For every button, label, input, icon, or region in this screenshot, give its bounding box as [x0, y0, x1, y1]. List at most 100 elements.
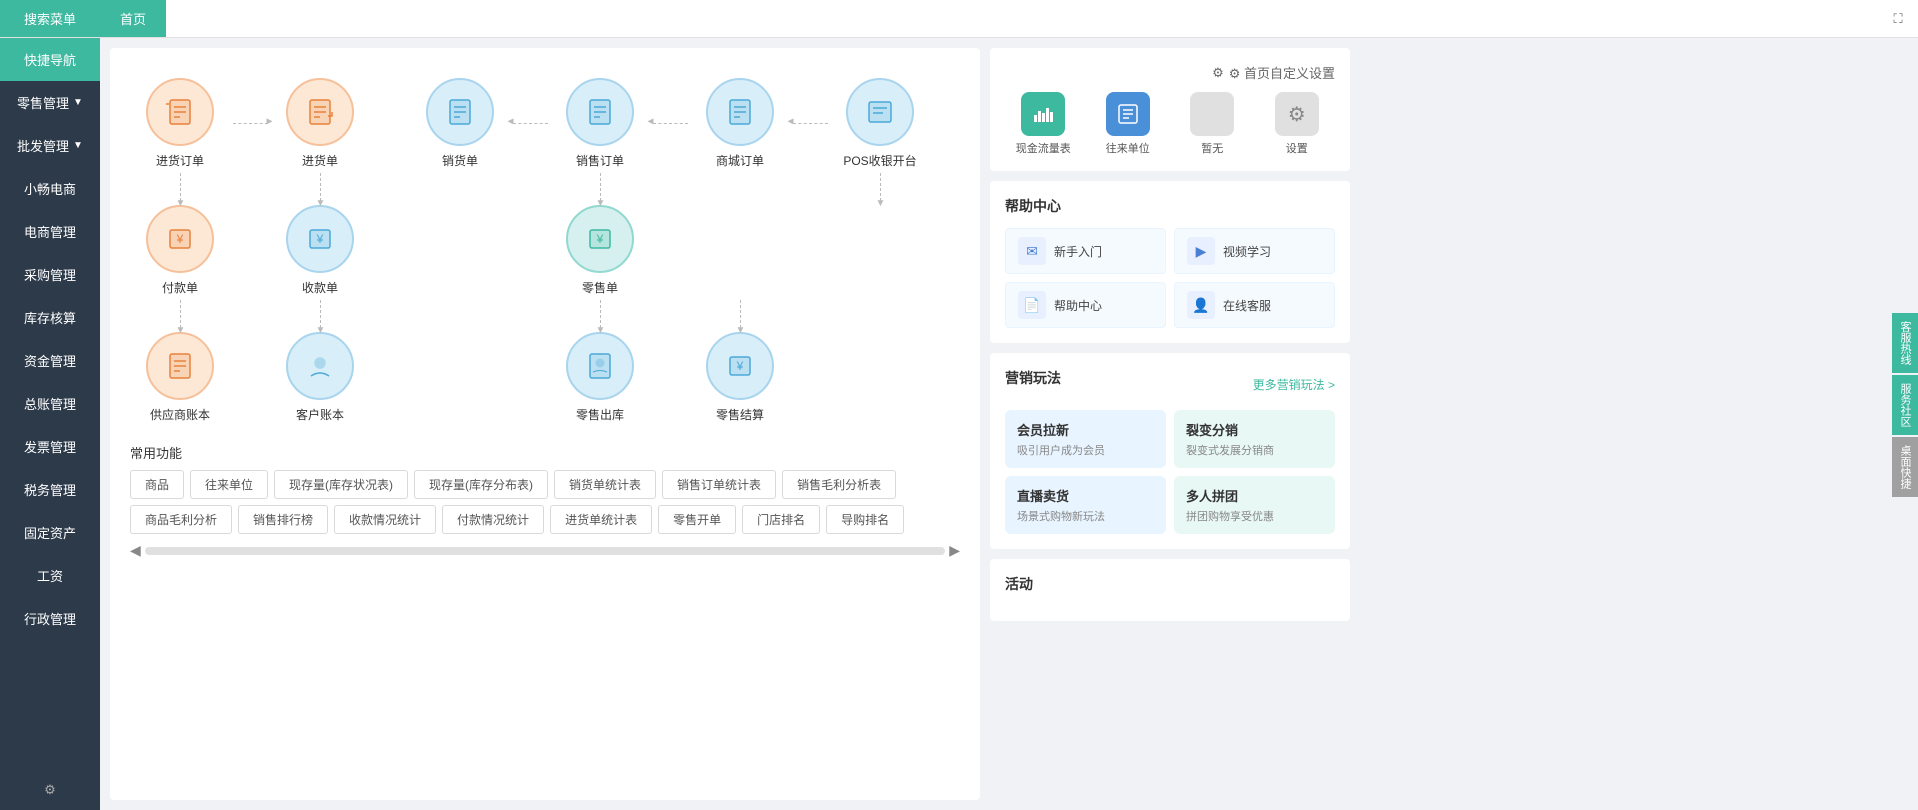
help-item-video[interactable]: ▶ 视频学习 [1174, 228, 1335, 274]
node-mall-order[interactable]: 商城订单 [690, 78, 790, 169]
func-btn-store-rank[interactable]: 门店排名 [742, 505, 820, 534]
func-btn-guide-rank[interactable]: 导购排名 [826, 505, 904, 534]
sidebar-item-retail[interactable]: 零售管理 ▼ [0, 81, 100, 124]
mkt-live-title: 直播卖货 [1017, 486, 1154, 505]
sidebar-item-quicknav[interactable]: 快捷导航 [0, 38, 100, 81]
qa-empty-label: 暂无 [1201, 140, 1223, 156]
sidebar-item-ecom-mgmt[interactable]: 电商管理 [0, 210, 100, 253]
marketing-more-btn[interactable]: 更多营销玩法 > [1253, 376, 1335, 393]
func-btn-payment-stat[interactable]: 付款情况统计 [442, 505, 544, 534]
func-btn-stock1[interactable]: 现存量(库存状况表) [274, 470, 408, 499]
arrow-2: ◀ [510, 123, 550, 124]
func-btn-saleorder-stat[interactable]: 销售订单统计表 [662, 470, 776, 499]
node-sale-bill[interactable]: 销货单 [410, 78, 510, 169]
help-center-title: 帮助中心 [1005, 196, 1335, 216]
quick-nav-panel: 进货订单 ▶ 进货单 [110, 48, 980, 800]
help-item-service[interactable]: 👤 在线客服 [1174, 282, 1335, 328]
sidebar-item-tax[interactable]: 税务管理 [0, 468, 100, 511]
sidebar-item-salary[interactable]: 工资 [0, 554, 100, 597]
main-content: 进货订单 ▶ 进货单 [100, 38, 1918, 810]
func-btn-goods[interactable]: 商品 [130, 470, 184, 499]
sidebar-item-purchase[interactable]: 采购管理 [0, 253, 100, 296]
mkt-card-member[interactable]: 会员拉新 吸引用户成为会员 [1005, 410, 1166, 468]
settings-icon: ⚙ [1275, 92, 1319, 136]
qa-cashflow[interactable]: 现金流量表 [1005, 92, 1082, 156]
supplier-account-icon [146, 332, 214, 400]
purchase-order-icon [146, 78, 214, 146]
service-icon: 👤 [1187, 291, 1215, 319]
mkt-card-live[interactable]: 直播卖货 场景式购物新玩法 [1005, 476, 1166, 534]
node-purchase-bill[interactable]: 进货单 [270, 78, 370, 169]
arrow-1: ▶ [230, 123, 270, 124]
sidebar-item-ledger[interactable]: 总账管理 [0, 382, 100, 425]
node-purchase-order[interactable]: 进货订单 [130, 78, 230, 169]
flow-row-2: ¥ 付款单 ¥ 收款单 [130, 205, 960, 296]
node-sale-order[interactable]: 销售订单 [550, 78, 650, 169]
qa-contacts[interactable]: 往来单位 [1090, 92, 1167, 156]
search-menu-button[interactable]: 搜索菜单 [0, 0, 100, 37]
node-customer-account[interactable]: 客户账本 [270, 332, 370, 423]
pos-icon [846, 78, 914, 146]
scroll-left-btn[interactable]: ◀ [130, 542, 141, 559]
func-btn-retail-order[interactable]: 零售开单 [658, 505, 736, 534]
float-btn-hotline[interactable]: 客服热线 [1892, 313, 1918, 373]
sidebar-item-wholesale[interactable]: 批发管理 ▼ [0, 124, 100, 167]
retail-out-icon [566, 332, 634, 400]
func-btn-stock2[interactable]: 现存量(库存分布表) [414, 470, 548, 499]
marketing-header: 营销玩法 更多营销玩法 > [1005, 368, 1335, 400]
beginner-icon: ✉ [1018, 237, 1046, 265]
quick-access-header: ⚙ ⚙ 首页自定义设置 [1005, 63, 1335, 82]
mkt-card-fission[interactable]: 裂变分销 裂变式发展分销商 [1174, 410, 1335, 468]
chevron-down-icon: ▼ [73, 97, 83, 108]
func-btn-margin1[interactable]: 销售毛利分析表 [782, 470, 896, 499]
sidebar-item-ecom[interactable]: 小畅电商 [0, 167, 100, 210]
node-pos[interactable]: POS收银开台 [830, 78, 930, 169]
marketing-title: 营销玩法 [1005, 368, 1061, 388]
node-supplier-account[interactable]: 供应商账本 [130, 332, 230, 423]
retail-icon: ¥ [566, 205, 634, 273]
sale-bill-label: 销货单 [442, 152, 478, 169]
float-btn-desktop[interactable]: 桌面快捷 [1892, 437, 1918, 497]
help-item-beginner[interactable]: ✉ 新手入门 [1005, 228, 1166, 274]
flow-row-1: 进货订单 ▶ 进货单 [130, 78, 960, 169]
node-retail[interactable]: ¥ 零售单 [550, 205, 650, 296]
homepage-settings-label[interactable]: ⚙ ⚙ 首页自定义设置 [1212, 63, 1335, 82]
scroll-right-btn[interactable]: ▶ [949, 542, 960, 559]
mkt-card-group[interactable]: 多人拼团 拼团购物享受优惠 [1174, 476, 1335, 534]
fullscreen-button[interactable]: ⛶ [1883, 4, 1913, 34]
func-btn-purchase-stat[interactable]: 进货单统计表 [550, 505, 652, 534]
mkt-fission-desc: 裂变式发展分销商 [1186, 442, 1323, 458]
flow-diagram: 进货订单 ▶ 进货单 [130, 68, 960, 433]
func-btn-receipt-stat[interactable]: 收款情况统计 [334, 505, 436, 534]
receipt-icon: ¥ [286, 205, 354, 273]
sidebar-item-assets[interactable]: 固定资产 [0, 511, 100, 554]
payment-label: 付款单 [162, 279, 198, 296]
func-btn-margin2[interactable]: 商品毛利分析 [130, 505, 232, 534]
chevron-down-icon: ▼ [73, 140, 83, 151]
node-receipt[interactable]: ¥ 收款单 [270, 205, 370, 296]
func-btn-sale-stat[interactable]: 销货单统计表 [554, 470, 656, 499]
retail-out-label: 零售出库 [576, 406, 624, 423]
sidebar: 快捷导航 零售管理 ▼ 批发管理 ▼ 小畅电商 电商管理 采购管理 库存核算 资… [0, 38, 100, 810]
purchase-order-label: 进货订单 [156, 152, 204, 169]
node-retail-settle[interactable]: ¥ 零售结算 [690, 332, 790, 423]
scroll-track[interactable] [145, 547, 945, 555]
sidebar-item-inventory[interactable]: 库存核算 [0, 296, 100, 339]
right-panel: ⚙ ⚙ 首页自定义设置 现金流量表 [990, 48, 1350, 800]
qa-settings[interactable]: ⚙ 设置 [1259, 92, 1336, 156]
sidebar-settings-button[interactable]: ⚙ [0, 770, 100, 810]
func-btn-ranking[interactable]: 销售排行榜 [238, 505, 328, 534]
mkt-member-desc: 吸引用户成为会员 [1017, 442, 1154, 458]
sidebar-item-invoice[interactable]: 发票管理 [0, 425, 100, 468]
help-item-help[interactable]: 📄 帮助中心 [1005, 282, 1166, 328]
empty-icon [1190, 92, 1234, 136]
sidebar-item-admin[interactable]: 行政管理 [0, 597, 100, 640]
float-btn-community[interactable]: 服务社区 [1892, 375, 1918, 435]
home-tab[interactable]: 首页 [100, 0, 166, 37]
node-payment[interactable]: ¥ 付款单 [130, 205, 230, 296]
func-grid: 商品 往来单位 现存量(库存状况表) 现存量(库存分布表) 销货单统计表 销售订… [130, 470, 960, 534]
sidebar-item-finance[interactable]: 资金管理 [0, 339, 100, 382]
retail-settle-icon: ¥ [706, 332, 774, 400]
node-retail-out[interactable]: 零售出库 [550, 332, 650, 423]
func-btn-contacts[interactable]: 往来单位 [190, 470, 268, 499]
